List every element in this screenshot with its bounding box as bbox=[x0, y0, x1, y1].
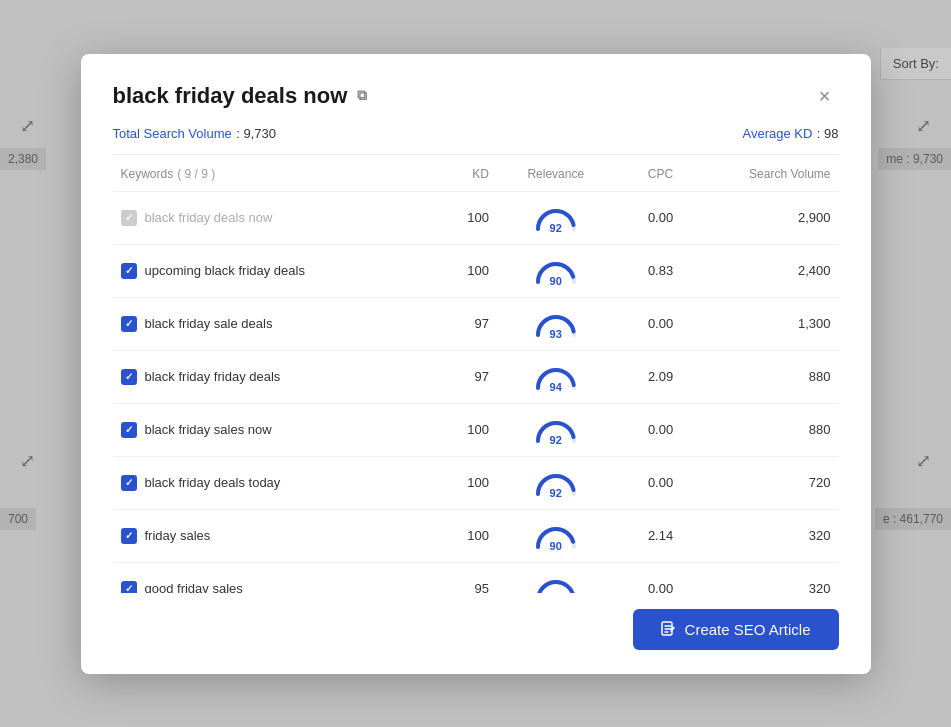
keywords-table: Keywords ( 9 / 9 ) KD Relevance CPC Sear… bbox=[113, 155, 839, 593]
search-volume-cell: 320 bbox=[681, 562, 838, 593]
copy-icon[interactable]: ⧉ bbox=[357, 87, 367, 104]
cpc-cell: 0.00 bbox=[614, 191, 681, 244]
keyword-checkbox[interactable] bbox=[121, 210, 137, 226]
average-kd: Average KD : 98 bbox=[743, 124, 839, 142]
kd-cell: 97 bbox=[436, 297, 497, 350]
relevance-number: 93 bbox=[550, 329, 562, 340]
relevance-cell: 90 bbox=[497, 244, 614, 297]
modal-header: black friday deals now ⧉ × Total Search … bbox=[81, 54, 871, 155]
table-row: black friday friday deals 97 94 2.09880 bbox=[113, 350, 839, 403]
total-search-volume: Total Search Volume : 9,730 bbox=[113, 124, 276, 142]
modal-dialog: black friday deals now ⧉ × Total Search … bbox=[81, 54, 871, 674]
col-search-volume: Search Volume bbox=[681, 155, 838, 192]
keyword-text: black friday deals today bbox=[145, 475, 281, 490]
keyword-text: good friday sales bbox=[145, 581, 243, 593]
keyword-text: friday sales bbox=[145, 528, 211, 543]
search-volume-cell: 880 bbox=[681, 350, 838, 403]
col-keywords: Keywords ( 9 / 9 ) bbox=[113, 155, 437, 192]
modal-title: black friday deals now ⧉ bbox=[113, 83, 368, 109]
relevance-cell: 92 bbox=[497, 456, 614, 509]
keyword-cell: black friday deals now bbox=[113, 191, 437, 244]
relevance-number: 92 bbox=[550, 488, 562, 499]
relevance-cell: 94 bbox=[497, 350, 614, 403]
keyword-text: black friday sale deals bbox=[145, 316, 273, 331]
keyword-text: black friday deals now bbox=[145, 210, 273, 225]
create-seo-article-button[interactable]: Create SEO Article bbox=[633, 609, 839, 650]
cpc-cell: 0.00 bbox=[614, 403, 681, 456]
cpc-cell: 2.14 bbox=[614, 509, 681, 562]
kd-cell: 95 bbox=[436, 562, 497, 593]
keywords-col-label: Keywords bbox=[121, 167, 174, 181]
kd-cell: 97 bbox=[436, 350, 497, 403]
cpc-cell: 0.00 bbox=[614, 562, 681, 593]
keyword-checkbox[interactable] bbox=[121, 581, 137, 593]
table-row: upcoming black friday deals 100 90 0.832,40… bbox=[113, 244, 839, 297]
avg-kd-value: : 98 bbox=[817, 126, 839, 141]
keyword-cell: black friday deals today bbox=[113, 456, 437, 509]
relevance-number: 90 bbox=[550, 276, 562, 287]
cpc-cell: 2.09 bbox=[614, 350, 681, 403]
keyword-checkbox[interactable] bbox=[121, 475, 137, 491]
relevance-cell: 93 bbox=[497, 297, 614, 350]
keyword-checkbox[interactable] bbox=[121, 422, 137, 438]
keyword-checkbox[interactable] bbox=[121, 369, 137, 385]
relevance-cell: 90 bbox=[497, 562, 614, 593]
relevance-cell: 90 bbox=[497, 509, 614, 562]
close-button[interactable]: × bbox=[811, 82, 839, 110]
col-relevance: Relevance bbox=[497, 155, 614, 192]
keyword-cell: good friday sales bbox=[113, 562, 437, 593]
search-volume-cell: 2,400 bbox=[681, 244, 838, 297]
kd-cell: 100 bbox=[436, 456, 497, 509]
keyword-text: black friday friday deals bbox=[145, 369, 281, 384]
relevance-cell: 92 bbox=[497, 191, 614, 244]
kd-cell: 100 bbox=[436, 244, 497, 297]
relevance-number: 92 bbox=[550, 435, 562, 446]
relevance-number: 90 bbox=[550, 541, 562, 552]
tsv-label: Total Search Volume bbox=[113, 126, 232, 141]
table-row: friday sales 100 90 2.14320 bbox=[113, 509, 839, 562]
search-volume-cell: 880 bbox=[681, 403, 838, 456]
cpc-cell: 0.00 bbox=[614, 456, 681, 509]
relevance-number: 92 bbox=[550, 223, 562, 234]
keyword-checkbox[interactable] bbox=[121, 316, 137, 332]
title-text: black friday deals now bbox=[113, 83, 348, 109]
avg-kd-label: Average KD bbox=[743, 126, 813, 141]
modal-backdrop: black friday deals now ⧉ × Total Search … bbox=[0, 0, 951, 727]
table-row: black friday deals today 100 92 0.00720 bbox=[113, 456, 839, 509]
edit-icon bbox=[661, 621, 677, 637]
keyword-text: black friday sales now bbox=[145, 422, 272, 437]
search-volume-cell: 720 bbox=[681, 456, 838, 509]
col-cpc: CPC bbox=[614, 155, 681, 192]
table-header-row: Keywords ( 9 / 9 ) KD Relevance CPC Sear… bbox=[113, 155, 839, 192]
keyword-cell: upcoming black friday deals bbox=[113, 244, 437, 297]
modal-stats-row: Total Search Volume : 9,730 Average KD :… bbox=[113, 124, 839, 155]
keyword-text: upcoming black friday deals bbox=[145, 263, 305, 278]
relevance-number: 94 bbox=[550, 382, 562, 393]
kd-cell: 100 bbox=[436, 191, 497, 244]
col-kd: KD bbox=[436, 155, 497, 192]
create-btn-label: Create SEO Article bbox=[685, 621, 811, 638]
modal-footer: Create SEO Article bbox=[81, 593, 871, 674]
cpc-cell: 0.00 bbox=[614, 297, 681, 350]
table-row: black friday deals now 100 92 0.002,900 bbox=[113, 191, 839, 244]
keyword-cell: black friday friday deals bbox=[113, 350, 437, 403]
keyword-checkbox[interactable] bbox=[121, 263, 137, 279]
keyword-checkbox[interactable] bbox=[121, 528, 137, 544]
table-row: black friday sale deals 97 93 0.001,300 bbox=[113, 297, 839, 350]
relevance-cell: 92 bbox=[497, 403, 614, 456]
search-volume-cell: 320 bbox=[681, 509, 838, 562]
keyword-cell: black friday sales now bbox=[113, 403, 437, 456]
search-volume-cell: 2,900 bbox=[681, 191, 838, 244]
kd-cell: 100 bbox=[436, 509, 497, 562]
cpc-cell: 0.83 bbox=[614, 244, 681, 297]
table-row: black friday sales now 100 92 0.00880 bbox=[113, 403, 839, 456]
modal-table-container: Keywords ( 9 / 9 ) KD Relevance CPC Sear… bbox=[81, 155, 871, 593]
kd-cell: 100 bbox=[436, 403, 497, 456]
table-row: good friday sales 95900.00320 bbox=[113, 562, 839, 593]
search-volume-cell: 1,300 bbox=[681, 297, 838, 350]
keywords-count: ( 9 / 9 ) bbox=[177, 167, 215, 181]
tsv-value: : 9,730 bbox=[236, 126, 276, 141]
keyword-cell: friday sales bbox=[113, 509, 437, 562]
keyword-cell: black friday sale deals bbox=[113, 297, 437, 350]
